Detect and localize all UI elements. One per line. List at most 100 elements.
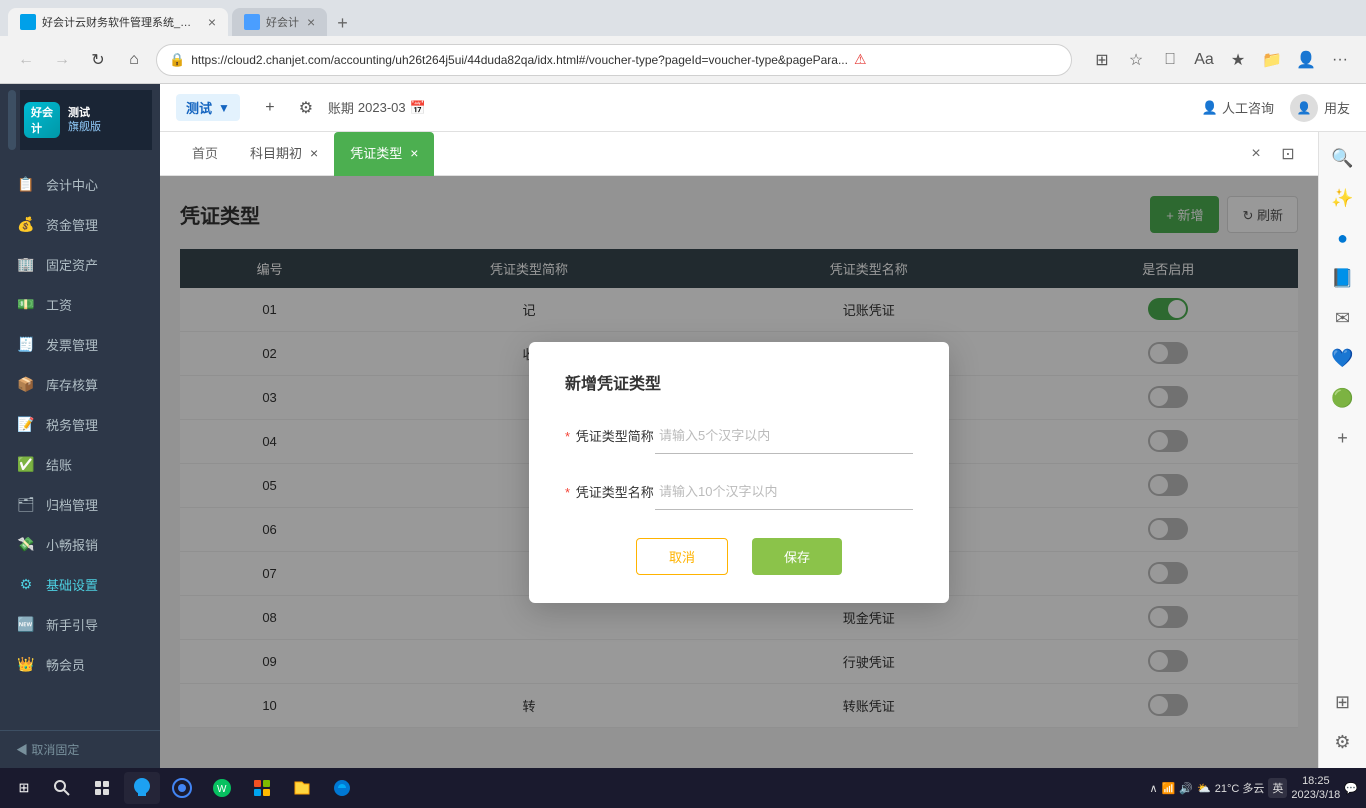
start-button[interactable]: ⊞ xyxy=(8,772,40,804)
taskbar-chrome[interactable] xyxy=(164,772,200,804)
payroll-icon: 💵 xyxy=(16,294,36,314)
right-panel-circle[interactable]: ● xyxy=(1325,220,1361,256)
browser-tab-active[interactable]: 好会计云财务软件管理系统_会计 × xyxy=(8,8,228,36)
add-company-btn[interactable]: + xyxy=(256,94,284,122)
right-panel-teams[interactable]: 💙 xyxy=(1325,340,1361,376)
label-short-text: 凭证类型简称 xyxy=(576,429,654,444)
split-view[interactable]: ⎕ xyxy=(1156,46,1184,74)
right-panel-ai[interactable]: ✨ xyxy=(1325,180,1361,216)
sidebar-label-checkout: 结账 xyxy=(46,455,72,474)
consult-btn[interactable]: 👤 人工咨询 xyxy=(1202,98,1274,117)
consult-label: 人工咨询 xyxy=(1222,98,1274,117)
right-panel-mail[interactable]: ✉ xyxy=(1325,300,1361,336)
new-tab-button[interactable]: + xyxy=(331,11,354,36)
period-badge: 账期 2023-03 📅 xyxy=(328,98,426,117)
company-selector[interactable]: 测试 ▼ xyxy=(176,94,240,121)
sidebar-item-inventory[interactable]: 📦 库存核算 xyxy=(0,364,160,404)
tab-home-label: 首页 xyxy=(192,143,218,162)
sidebar-item-asset[interactable]: 🏢 固定资产 xyxy=(0,244,160,284)
sidebar-item-payroll[interactable]: 💵 工资 xyxy=(0,284,160,324)
sidebar-item-tax[interactable]: 📝 税务管理 xyxy=(0,404,160,444)
sidebar: 好会计 测试 旗舰版 📋 会计中心 💰 资金管理 🏢 固定资产 xyxy=(0,84,160,768)
sidebar-label-archive: 归档管理 xyxy=(46,495,98,514)
home-button[interactable]: ⌂ xyxy=(120,46,148,74)
refresh-button[interactable]: ↻ xyxy=(84,46,112,74)
menu-btn[interactable]: ··· xyxy=(1326,46,1354,74)
taskbar-date: 2023/3/18 xyxy=(1291,788,1340,802)
sidebar-label-asset: 固定资产 xyxy=(46,255,98,274)
taskbar-taskview[interactable] xyxy=(84,772,120,804)
forward-button[interactable]: → xyxy=(48,46,76,74)
taskbar-sound[interactable]: 🔊 xyxy=(1179,782,1193,795)
sidebar-item-guide[interactable]: 🆕 新手引导 xyxy=(0,604,160,644)
input-full-name[interactable] xyxy=(655,474,913,510)
form-row-name: * 凭证类型名称 xyxy=(565,474,913,510)
taskbar-files[interactable] xyxy=(284,772,320,804)
taskbar-search[interactable] xyxy=(44,772,80,804)
right-panel-search[interactable]: 🔍 xyxy=(1325,140,1361,176)
reading-mode[interactable]: Aa xyxy=(1190,46,1218,74)
right-panel-grid[interactable]: ⊞ xyxy=(1325,684,1361,720)
cancel-button[interactable]: 取消 xyxy=(636,538,728,575)
right-panel-gear[interactable]: ⚙ xyxy=(1325,724,1361,760)
company-name: 测试 xyxy=(186,98,212,117)
fund-icon: 💰 xyxy=(16,214,36,234)
collections-btn[interactable]: 📁 xyxy=(1258,46,1286,74)
tab-expand-btn[interactable]: ⊡ xyxy=(1274,140,1302,168)
taskbar-up-arrow[interactable]: ∧ xyxy=(1150,782,1158,795)
scroll-bar xyxy=(8,90,16,150)
sidebar-label-dashboard: 会计中心 xyxy=(46,175,98,194)
top-bar-right: 👤 人工咨询 👤 用友 xyxy=(1202,94,1350,122)
sidebar-item-settings[interactable]: ⚙ 基础设置 xyxy=(0,564,160,604)
tab-voucher-type[interactable]: 凭证类型 × xyxy=(334,132,434,176)
taskbar-wechat[interactable]: W xyxy=(204,772,240,804)
period-value: 2023-03 xyxy=(358,100,406,115)
extensions-btn[interactable]: ⊞ xyxy=(1088,46,1116,74)
settings-btn[interactable]: ⚙ xyxy=(292,94,320,122)
tab-subject-close[interactable]: × xyxy=(310,145,318,161)
sidebar-item-archive[interactable]: 🗂 归档管理 xyxy=(0,484,160,524)
favorites-btn[interactable]: ★ xyxy=(1224,46,1252,74)
tab-subject[interactable]: 科目期初 × xyxy=(234,132,334,176)
notification-btn[interactable]: 💬 xyxy=(1344,782,1358,795)
taskbar-time: 18:25 xyxy=(1291,774,1340,788)
save-button[interactable]: 保存 xyxy=(752,538,842,575)
profile-btn[interactable]: 👤 xyxy=(1292,46,1320,74)
taskbar-time-date[interactable]: 18:25 2023/3/18 xyxy=(1291,774,1340,803)
bookmark-star[interactable]: ☆ xyxy=(1122,46,1150,74)
input-short-name[interactable] xyxy=(655,418,913,454)
tab-voucher-close[interactable]: × xyxy=(410,145,418,161)
member-icon: 👑 xyxy=(16,654,36,674)
top-bar-actions: + ⚙ 账期 2023-03 📅 xyxy=(256,94,426,122)
tab-close-2[interactable]: × xyxy=(307,14,315,30)
sidebar-item-invoice[interactable]: 🧾 发票管理 xyxy=(0,324,160,364)
taskbar-input-method[interactable]: 英 xyxy=(1268,778,1287,798)
right-panel-plus[interactable]: + xyxy=(1325,420,1361,456)
back-button[interactable]: ← xyxy=(12,46,40,74)
sidebar-item-fund[interactable]: 💰 资金管理 xyxy=(0,204,160,244)
invoice-icon: 🧾 xyxy=(16,334,36,354)
right-panel-outlook[interactable]: 📘 xyxy=(1325,260,1361,296)
browser-tab-2[interactable]: 好会计 × xyxy=(232,8,327,36)
tab-collapse-btn[interactable]: × xyxy=(1242,140,1270,168)
taskbar-edge[interactable] xyxy=(124,772,160,804)
tab-label-1: 好会计云财务软件管理系统_会计 xyxy=(42,14,200,30)
sidebar-item-expense[interactable]: 💸 小畅报销 xyxy=(0,524,160,564)
tab-close-1[interactable]: × xyxy=(208,14,216,30)
calendar-icon[interactable]: 📅 xyxy=(410,100,426,116)
taskbar-wifi[interactable]: 📶 xyxy=(1162,782,1176,795)
sidebar-item-dashboard[interactable]: 📋 会计中心 xyxy=(0,164,160,204)
sidebar-item-member[interactable]: 👑 畅会员 xyxy=(0,644,160,684)
user-info[interactable]: 👤 用友 xyxy=(1290,94,1350,122)
right-panel-green[interactable]: 🟢 xyxy=(1325,380,1361,416)
sidebar-footer[interactable]: ◀ 取消固定 xyxy=(0,730,160,768)
sidebar-label-fund: 资金管理 xyxy=(46,215,98,234)
taskbar-apps[interactable] xyxy=(244,772,280,804)
address-bar[interactable]: 🔒 https://cloud2.chanjet.com/accounting/… xyxy=(156,44,1072,76)
expense-icon: 💸 xyxy=(16,534,36,554)
weather-text: 21°C 多云 xyxy=(1215,780,1265,796)
tab-home[interactable]: 首页 xyxy=(176,132,234,176)
url-text: https://cloud2.chanjet.com/accounting/uh… xyxy=(191,53,848,67)
taskbar-edge2[interactable] xyxy=(324,772,360,804)
sidebar-item-checkout[interactable]: ✅ 结账 xyxy=(0,444,160,484)
